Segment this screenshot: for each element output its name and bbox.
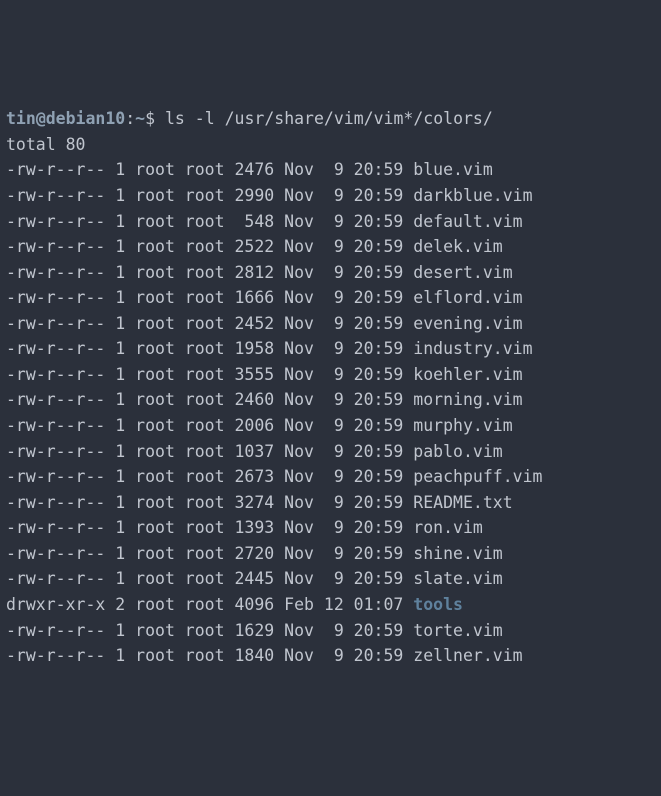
list-row: -rw-r--r-- 1 root root 1958 Nov 9 20:59 … [6,339,533,358]
file-name: blue.vim [413,160,492,179]
file-name: murphy.vim [413,416,512,435]
prompt-dollar: $ [145,109,155,128]
listing-rows: -rw-r--r-- 1 root root 2476 Nov 9 20:59 … [6,160,542,665]
list-row: -rw-r--r-- 1 root root 2006 Nov 9 20:59 … [6,416,513,435]
prompt-at: @ [36,109,46,128]
list-row: -rw-r--r-- 1 root root 2990 Nov 9 20:59 … [6,186,533,205]
list-row: drwxr-xr-x 2 root root 4096 Feb 12 01:07… [6,595,463,614]
prompt-user: tin [6,109,36,128]
prompt-path: ~ [135,109,145,128]
file-name: torte.vim [413,621,502,640]
list-row: -rw-r--r-- 1 root root 2673 Nov 9 20:59 … [6,467,542,486]
list-row: -rw-r--r-- 1 root root 1840 Nov 9 20:59 … [6,646,523,665]
list-row: -rw-r--r-- 1 root root 1666 Nov 9 20:59 … [6,288,523,307]
file-name: evening.vim [413,314,522,333]
terminal-output: tin@debian10:~$ ls -l /usr/share/vim/vim… [6,106,655,668]
list-row: -rw-r--r-- 1 root root 548 Nov 9 20:59 d… [6,212,523,231]
file-name: slate.vim [413,569,502,588]
list-row: -rw-r--r-- 1 root root 2720 Nov 9 20:59 … [6,544,503,563]
list-row: -rw-r--r-- 1 root root 2812 Nov 9 20:59 … [6,263,513,282]
list-row: -rw-r--r-- 1 root root 1393 Nov 9 20:59 … [6,518,483,537]
list-row: -rw-r--r-- 1 root root 3274 Nov 9 20:59 … [6,493,513,512]
file-name: desert.vim [413,263,512,282]
list-row: -rw-r--r-- 1 root root 2452 Nov 9 20:59 … [6,314,523,333]
list-row: -rw-r--r-- 1 root root 3555 Nov 9 20:59 … [6,365,523,384]
file-name: peachpuff.vim [413,467,542,486]
prompt-host: debian10 [46,109,125,128]
list-row: -rw-r--r-- 1 root root 2476 Nov 9 20:59 … [6,160,493,179]
prompt-line[interactable]: tin@debian10:~$ ls -l /usr/share/vim/vim… [6,109,493,128]
file-name: industry.vim [413,339,532,358]
file-name: darkblue.vim [413,186,532,205]
command-text: ls -l /usr/share/vim/vim*/colors/ [165,109,493,128]
file-name: shine.vim [413,544,502,563]
file-name: pablo.vim [413,442,502,461]
list-row: -rw-r--r-- 1 root root 1037 Nov 9 20:59 … [6,442,503,461]
total-line: total 80 [6,135,85,154]
file-name: tools [413,595,463,614]
list-row: -rw-r--r-- 1 root root 1629 Nov 9 20:59 … [6,621,503,640]
list-row: -rw-r--r-- 1 root root 2460 Nov 9 20:59 … [6,390,523,409]
file-name: README.txt [413,493,512,512]
file-name: ron.vim [413,518,483,537]
file-name: zellner.vim [413,646,522,665]
file-name: delek.vim [413,237,502,256]
file-name: default.vim [413,212,522,231]
file-name: koehler.vim [413,365,522,384]
file-name: morning.vim [413,390,522,409]
list-row: -rw-r--r-- 1 root root 2445 Nov 9 20:59 … [6,569,503,588]
file-name: elflord.vim [413,288,522,307]
list-row: -rw-r--r-- 1 root root 2522 Nov 9 20:59 … [6,237,503,256]
prompt-colon: : [125,109,135,128]
